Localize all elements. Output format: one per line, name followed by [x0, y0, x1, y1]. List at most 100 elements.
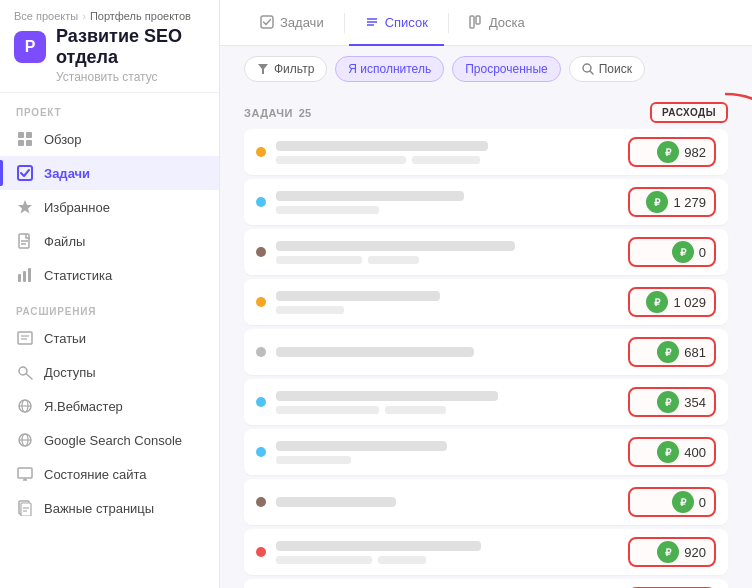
svg-rect-2	[18, 140, 24, 146]
task-row[interactable]: ₽1 279	[244, 179, 728, 225]
расходы-amount: 920	[684, 545, 706, 560]
chart-icon	[16, 266, 34, 284]
tasks-header: ЗАДАЧИ 25 РАСХОДЫ	[244, 92, 728, 129]
task-row[interactable]: ₽0	[244, 229, 728, 275]
task-status-dot	[256, 147, 266, 157]
search-button[interactable]: Поиск	[569, 56, 645, 82]
расходы-cell: ₽681	[628, 337, 716, 367]
breadcrumb-portfolio[interactable]: Портфель проектов	[90, 10, 191, 22]
file-icon	[16, 232, 34, 250]
task-status-dot	[256, 247, 266, 257]
sidebar-item-webmaster[interactable]: Я.Вебмастер	[0, 389, 219, 423]
tab-tasks[interactable]: Задачи	[244, 0, 340, 46]
task-row[interactable]: ₽261	[244, 579, 728, 588]
расходы-amount: 681	[684, 345, 706, 360]
task-secondary-bar	[276, 456, 351, 464]
tab-separator	[344, 13, 345, 33]
task-title-bar	[276, 141, 488, 151]
расходы-header-label: РАСХОДЫ	[650, 102, 728, 123]
tab-list[interactable]: Список	[349, 0, 444, 46]
sidebar-item-label: Обзор	[44, 132, 82, 147]
globe2-icon	[16, 431, 34, 449]
sidebar-item-access[interactable]: Доступы	[0, 355, 219, 389]
расходы-badge-icon: ₽	[646, 191, 668, 213]
filters-bar: Фильтр Я исполнитель Просроченные Поиск	[220, 46, 752, 92]
sidebar-item-label: Я.Вебмастер	[44, 399, 123, 414]
sidebar-item-label: Состояние сайта	[44, 467, 147, 482]
sidebar-item-articles[interactable]: Статьи	[0, 321, 219, 355]
task-sub-bars	[276, 256, 618, 264]
task-status-dot	[256, 547, 266, 557]
assignee-filter-button[interactable]: Я исполнитель	[335, 56, 444, 82]
sidebar-item-important-pages[interactable]: Важные страницы	[0, 491, 219, 525]
pages-icon	[16, 499, 34, 517]
breadcrumb-all-projects[interactable]: Все проекты	[14, 10, 78, 22]
section-label-ext: РАСШИРЕНИЯ	[0, 292, 219, 321]
task-status-dot	[256, 297, 266, 307]
breadcrumb: Все проекты › Портфель проектов	[14, 10, 205, 22]
star-icon	[16, 198, 34, 216]
svg-line-38	[590, 71, 593, 74]
task-sub-bar	[276, 556, 372, 564]
sidebar-item-stats[interactable]: Статистика	[0, 258, 219, 292]
breadcrumb-sep: ›	[82, 10, 86, 22]
расходы-amount: 400	[684, 445, 706, 460]
task-status-dot	[256, 397, 266, 407]
task-row[interactable]: ₽354	[244, 379, 728, 425]
task-row[interactable]: ₽1 029	[244, 279, 728, 325]
sidebar-item-gsc[interactable]: Google Search Console	[0, 423, 219, 457]
overdue-filter-label: Просроченные	[465, 62, 548, 76]
tasks-count-label: ЗАДАЧИ 25	[244, 107, 311, 119]
filter-button[interactable]: Фильтр	[244, 56, 327, 82]
filter-icon	[257, 63, 269, 75]
sidebar-item-tasks[interactable]: Задачи	[0, 156, 219, 190]
tab-separator2	[448, 13, 449, 33]
task-row[interactable]: ₽681	[244, 329, 728, 375]
sidebar-item-site-status[interactable]: Состояние сайта	[0, 457, 219, 491]
расходы-amount: 982	[684, 145, 706, 160]
task-row[interactable]: ₽920	[244, 529, 728, 575]
task-sub-bar	[412, 156, 480, 164]
monitor-icon	[16, 465, 34, 483]
list-tab-icon	[365, 15, 379, 29]
task-sub-bar	[385, 406, 447, 414]
project-title-row: P Развитие SEO отдела	[14, 26, 205, 68]
svg-marker-36	[258, 64, 268, 74]
task-row[interactable]: ₽982	[244, 129, 728, 175]
расходы-cell: ₽0	[628, 487, 716, 517]
sidebar-item-label: Файлы	[44, 234, 85, 249]
search-icon	[582, 63, 594, 75]
overdue-filter-button[interactable]: Просроченные	[452, 56, 561, 82]
task-content	[276, 391, 618, 414]
task-sub-bar	[378, 556, 426, 564]
task-sub-bars	[276, 556, 618, 564]
set-status-button[interactable]: Установить статус	[56, 70, 205, 84]
task-content	[276, 497, 618, 507]
assignee-filter-label: Я исполнитель	[348, 62, 431, 76]
task-title-bar	[276, 541, 481, 551]
task-title-bar	[276, 191, 464, 201]
расходы-badge-icon: ₽	[672, 491, 694, 513]
task-title-bar	[276, 441, 447, 451]
svg-rect-0	[18, 132, 24, 138]
расходы-amount: 0	[699, 495, 706, 510]
sidebar-item-label: Задачи	[44, 166, 90, 181]
task-sub-bar	[368, 256, 419, 264]
article-icon	[16, 329, 34, 347]
svg-rect-9	[18, 274, 21, 282]
tab-board-label: Доска	[489, 15, 525, 30]
tab-board[interactable]: Доска	[453, 0, 541, 46]
svg-rect-3	[26, 140, 32, 146]
sidebar-item-favorites[interactable]: Избранное	[0, 190, 219, 224]
filter-btn-label: Фильтр	[274, 62, 314, 76]
расходы-amount: 1 029	[673, 295, 706, 310]
sidebar-header: Все проекты › Портфель проектов P Развит…	[0, 0, 219, 93]
sidebar-item-overview[interactable]: Обзор	[0, 122, 219, 156]
project-name: Развитие SEO отдела	[56, 26, 205, 68]
task-row[interactable]: ₽400	[244, 429, 728, 475]
task-content	[276, 441, 618, 464]
sidebar-item-files[interactable]: Файлы	[0, 224, 219, 258]
task-content	[276, 241, 618, 264]
task-row[interactable]: ₽0	[244, 479, 728, 525]
task-content	[276, 191, 618, 214]
